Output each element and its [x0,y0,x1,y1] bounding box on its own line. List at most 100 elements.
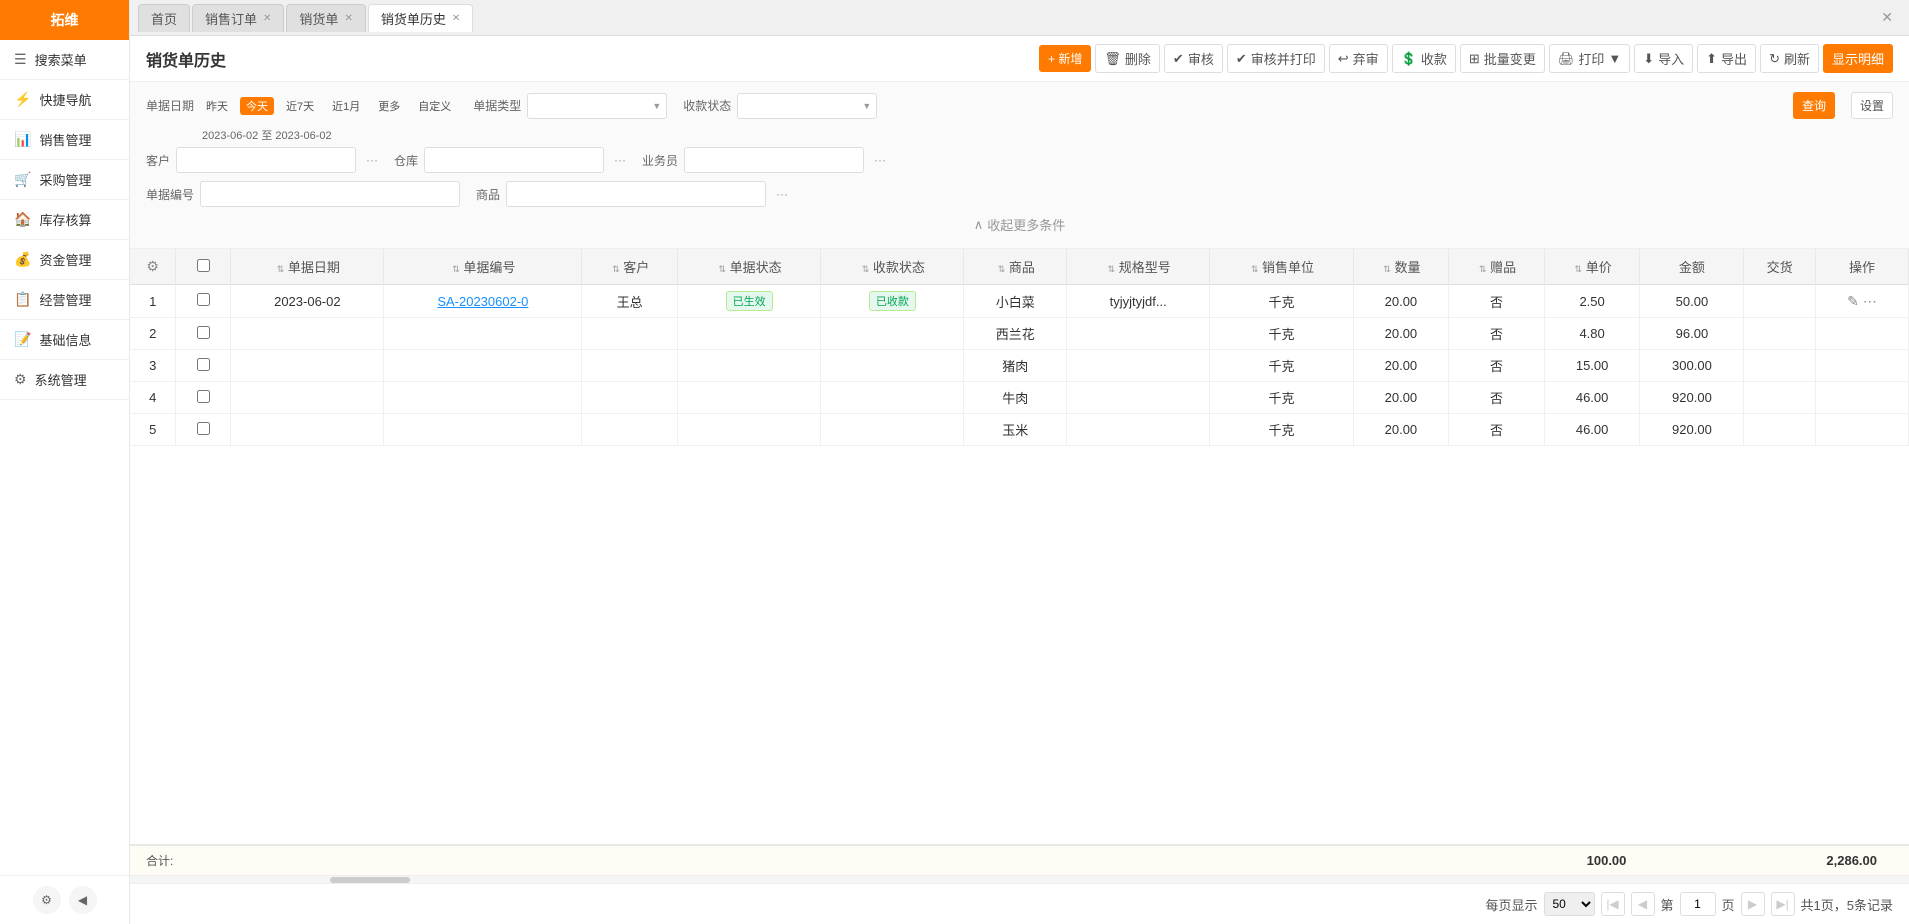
cell-gift: 否 [1449,285,1545,318]
tab-sales-history[interactable]: 销货单历史 ✕ [368,4,473,32]
payment-status-select[interactable] [737,93,877,119]
cell-rownum: 1 [130,285,176,318]
date-1month-tag[interactable]: 近1月 [326,97,366,115]
page-last-btn[interactable]: ▶| [1771,892,1795,916]
select-all-checkbox[interactable] [197,259,210,272]
collect-button[interactable]: 💲 收款 [1392,44,1456,73]
th-transaction[interactable]: 交货 [1744,249,1815,285]
date-7days-tag[interactable]: 近7天 [280,97,320,115]
sidebar-item-finance-mgmt[interactable]: 💰 资金管理 [0,240,129,280]
cell-action[interactable] [1815,318,1908,350]
abandon-button[interactable]: ↩ 弃审 [1329,44,1388,73]
th-quantity[interactable]: ⇅ 数量 [1353,249,1449,285]
import-button[interactable]: ⬇ 导入 [1634,44,1693,73]
row-checkbox[interactable] [197,422,210,435]
sort-icon: ⇅ [998,264,1006,274]
tab-home[interactable]: 首页 [138,4,190,32]
row-checkbox[interactable] [197,326,210,339]
th-unit-price[interactable]: ⇅ 单价 [1544,249,1640,285]
th-spec[interactable]: ⇅ 规格型号 [1067,249,1210,285]
row-checkbox[interactable] [197,390,210,403]
cell-unit: 千克 [1210,382,1353,414]
sidebar-item-ops-mgmt[interactable]: 📋 经营管理 [0,280,129,320]
batch-change-button[interactable]: ⊞ 批量变更 [1460,44,1545,73]
date-today-tag[interactable]: 今天 [240,97,274,115]
warehouse-ellipsis[interactable]: ··· [614,153,626,167]
per-page-select[interactable]: 50 100 200 [1544,892,1595,916]
query-button[interactable]: 查询 [1793,92,1835,119]
th-payment-status[interactable]: ⇅ 收款状态 [821,249,964,285]
new-button[interactable]: + 新增 [1039,45,1091,72]
sidebar-item-quick-nav[interactable]: ⚡ 快捷导航 [0,80,129,120]
th-gear[interactable]: ⚙ [130,249,176,285]
edit-action-btn[interactable]: ✎ [1847,293,1859,309]
page-first-btn[interactable]: |◀ [1601,892,1625,916]
th-doc-status[interactable]: ⇅ 单据状态 [677,249,820,285]
page-next-btn[interactable]: ▶ [1741,892,1765,916]
gear-icon[interactable]: ⚙ [146,258,159,274]
customer-ellipsis[interactable]: ··· [366,153,378,167]
th-checkbox[interactable] [176,249,231,285]
cell-doc-no[interactable]: SA-20230602-0 [384,285,582,318]
product-input[interactable] [506,181,766,207]
date-yesterday-tag[interactable]: 昨天 [200,97,234,115]
th-customer[interactable]: ⇅ 客户 [582,249,678,285]
warehouse-input[interactable] [424,147,604,173]
th-amount[interactable]: 金额 [1640,249,1744,285]
cell-action[interactable] [1815,414,1908,446]
sidebar-toggle-btn[interactable]: ◀ [69,886,97,914]
tab-sales-invoice[interactable]: 销货单 ✕ [286,4,365,32]
sidebar-item-basic-info[interactable]: 📝 基础信息 [0,320,129,360]
sidebar-settings-btn[interactable]: ⚙ [33,886,61,914]
cell-customer [582,382,678,414]
th-action[interactable]: 操作 [1815,249,1908,285]
th-unit[interactable]: ⇅ 销售单位 [1210,249,1353,285]
doc-no-link[interactable]: SA-20230602-0 [437,294,528,309]
cell-doc-no[interactable] [384,318,582,350]
th-doc-date[interactable]: ⇅ 单据日期 [231,249,384,285]
page-input[interactable] [1680,892,1716,916]
salesperson-input[interactable] [684,147,864,173]
show-detail-button[interactable]: 显示明细 [1823,44,1893,73]
sidebar-item-search-menu[interactable]: ☰ 搜索菜单 [0,40,129,80]
date-more-tag[interactable]: 更多 [372,97,406,115]
refresh-button[interactable]: ↻ 刷新 [1760,44,1819,73]
more-action-btn[interactable]: ⋯ [1863,293,1877,309]
tab-close-sales-order[interactable]: ✕ [263,13,271,24]
cell-action[interactable] [1815,382,1908,414]
date-custom-tag[interactable]: 自定义 [412,97,457,115]
doc-type-select[interactable] [527,93,667,119]
settings-filter-button[interactable]: 设置 [1851,92,1893,119]
th-gift[interactable]: ⇅ 赠品 [1449,249,1545,285]
cell-action[interactable] [1815,350,1908,382]
delete-button[interactable]: 🗑 删除 [1095,44,1160,73]
th-product[interactable]: ⇅ 商品 [964,249,1067,285]
close-all-tabs[interactable]: ✕ [1873,9,1901,26]
cell-action[interactable]: ✎⋯ [1815,285,1908,318]
audit-print-button[interactable]: ✔ 审核并打印 [1227,44,1325,73]
th-doc-no[interactable]: ⇅ 单据编号 [384,249,582,285]
collapse-filter-btn[interactable]: ∧ 收起更多条件 [974,215,1066,234]
tab-sales-order[interactable]: 销售订单 ✕ [192,4,284,32]
horizontal-scrollbar[interactable] [130,875,1909,883]
sidebar-item-inventory-calc[interactable]: 🏠 库存核算 [0,200,129,240]
scrollbar-thumb[interactable] [330,877,410,883]
print-button[interactable]: 🖨 打印 ▼ [1549,44,1630,73]
salesperson-ellipsis[interactable]: ··· [874,153,886,167]
cell-doc-no[interactable] [384,350,582,382]
audit-button[interactable]: ✔ 审核 [1164,44,1223,73]
docno-input[interactable] [200,181,460,207]
cell-doc-no[interactable] [384,414,582,446]
cell-doc-no[interactable] [384,382,582,414]
sidebar-item-sales-mgmt[interactable]: 📊 销售管理 [0,120,129,160]
tab-close-sales-invoice[interactable]: ✕ [344,13,352,24]
tab-close-sales-history[interactable]: ✕ [452,13,460,24]
export-button[interactable]: ⬆ 导出 [1697,44,1756,73]
sidebar-item-purchase-mgmt[interactable]: 🛒 采购管理 [0,160,129,200]
page-prev-btn[interactable]: ◀ [1631,892,1655,916]
row-checkbox[interactable] [197,293,210,306]
sidebar-item-system-mgmt[interactable]: ⚙ 系统管理 [0,360,129,400]
product-ellipsis[interactable]: ··· [776,187,788,201]
customer-input[interactable] [176,147,356,173]
row-checkbox[interactable] [197,358,210,371]
